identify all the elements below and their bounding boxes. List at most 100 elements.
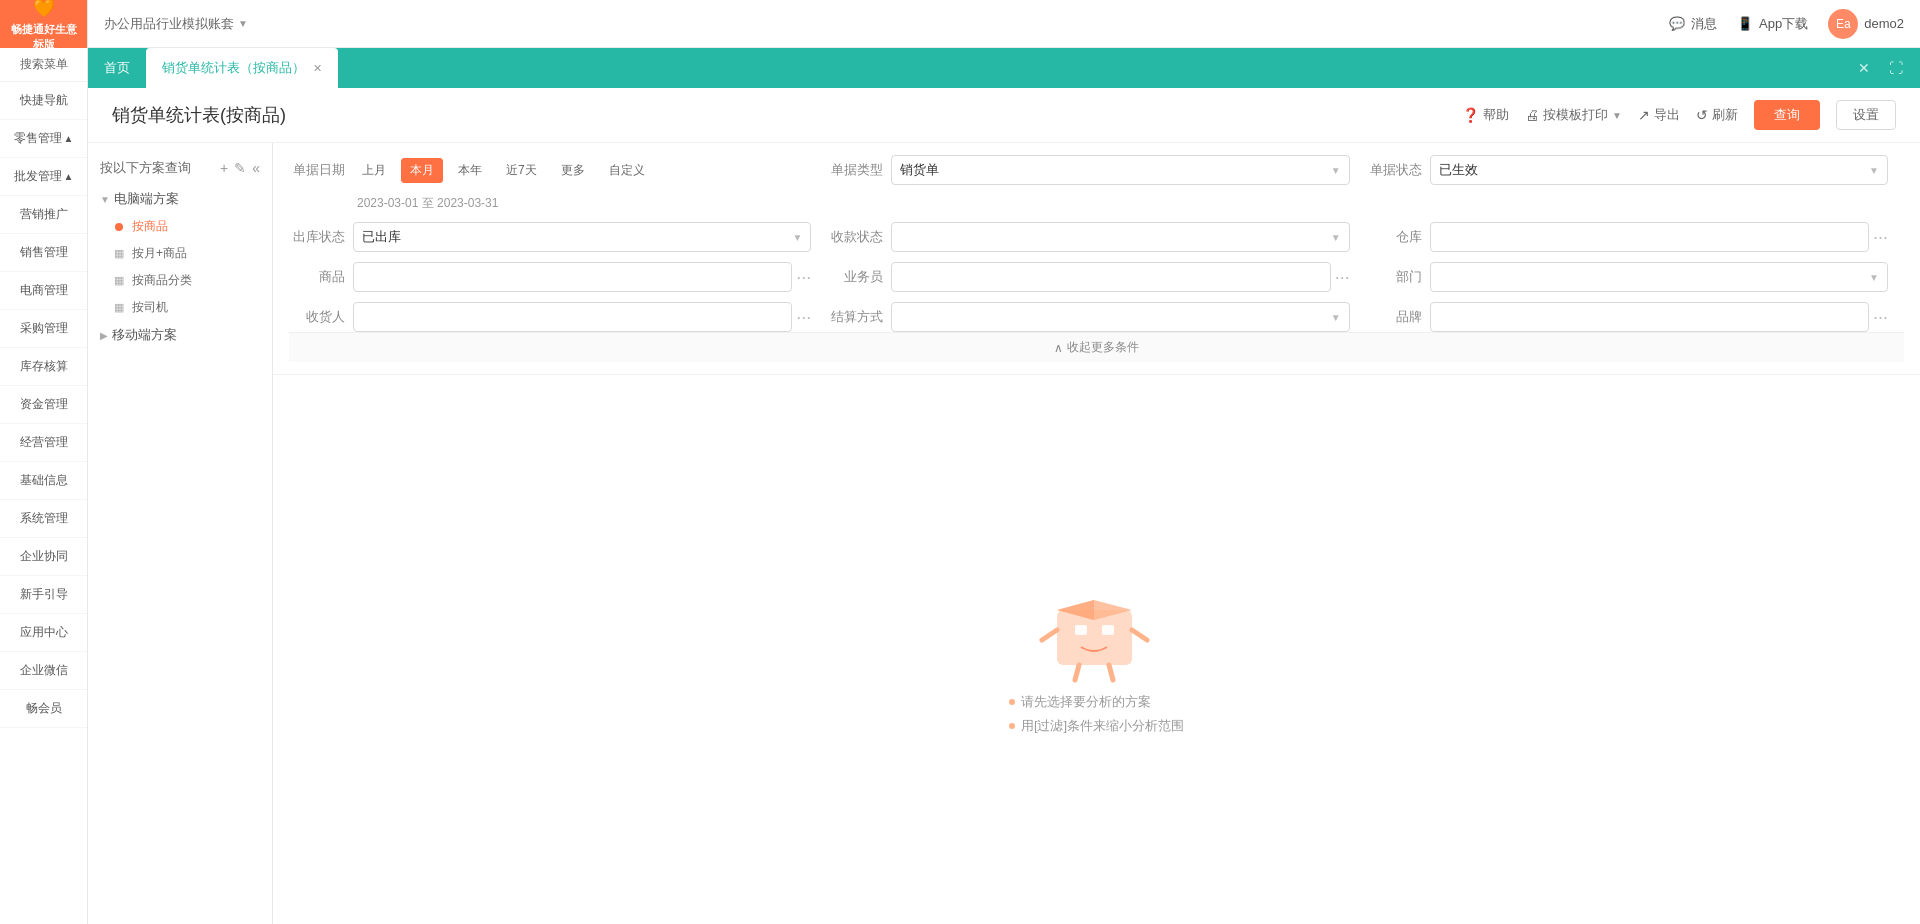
date-buttons-row: 上月 本月 本年 近7天 更多 自定义 [353, 158, 654, 183]
out-status-value: 已出库 ▼ [353, 222, 811, 252]
sidebar-item-member[interactable]: 畅会员 [0, 690, 87, 728]
svg-line-9 [1109, 665, 1113, 680]
product-dots-icon[interactable]: ··· [796, 268, 811, 286]
consignee-cell: 收货人 ··· [289, 302, 827, 332]
search-menu-item[interactable]: 搜索菜单 [0, 48, 87, 82]
date-btn-last-month[interactable]: 上月 [353, 158, 395, 183]
by-printer-label: 按司机 [132, 299, 168, 316]
by-product-label: 按商品 [132, 218, 168, 235]
sidebar-item-finance[interactable]: 资金管理 [0, 386, 87, 424]
sidebar-item-marketing[interactable]: 营销推广 [0, 196, 87, 234]
settlement-cell: 结算方式 ▼ [827, 302, 1365, 332]
warehouse-label: 仓库 [1366, 228, 1430, 246]
sidebar-item-inventory[interactable]: 库存核算 [0, 348, 87, 386]
payment-status-select[interactable]: ▼ [891, 222, 1349, 252]
tree-by-product[interactable]: 按商品 [88, 213, 272, 240]
salesperson-dots-icon[interactable]: ··· [1335, 268, 1350, 286]
date-label: 单据日期 [289, 161, 353, 179]
date-btn-more[interactable]: 更多 [552, 158, 594, 183]
print-btn[interactable]: 🖨 按模板打印 ▼ [1525, 106, 1622, 124]
settlement-label: 结算方式 [827, 308, 891, 326]
brand-input[interactable] [1430, 302, 1869, 332]
date-range-text: 2023-03-01 至 2023-03-31 [357, 196, 498, 210]
page-header: 销货单统计表(按商品) ❓ 帮助 🖨 按模板打印 ▼ ↗ 导出 ↺ 刷新 [88, 88, 1920, 143]
out-status-cell: 出库状态 已出库 ▼ [289, 222, 827, 252]
doc-status-cell: 单据状态 已生效 ▼ [1366, 155, 1904, 185]
doc-status-arrow-icon: ▼ [1869, 165, 1879, 176]
svg-line-6 [1042, 630, 1057, 640]
brand-dots-icon[interactable]: ··· [1873, 308, 1888, 326]
message-action[interactable]: 💬 消息 [1669, 15, 1717, 33]
salesperson-input[interactable] [891, 262, 1330, 292]
industry-dropdown-icon[interactable]: ▼ [238, 18, 248, 29]
consignee-dots-icon[interactable]: ··· [796, 308, 811, 326]
sidebar-item-newbie[interactable]: 新手引导 [0, 576, 87, 614]
user-name: demo2 [1864, 16, 1904, 31]
main-area: 办公用品行业模拟账套 ▼ 💬 消息 📱 App下载 Ea demo2 首页 [88, 0, 1920, 924]
collapse-panel-icon[interactable]: « [252, 160, 260, 176]
date-btn-custom[interactable]: 自定义 [600, 158, 654, 183]
svg-line-7 [1132, 630, 1147, 640]
svg-rect-4 [1075, 625, 1087, 635]
payment-status-label: 收款状态 [827, 228, 891, 246]
doc-type-selected: 销货单 [900, 161, 939, 179]
sidebar-item-retail[interactable]: 零售管理 ▲ [0, 120, 87, 158]
app-download-label: App下载 [1759, 15, 1808, 33]
sidebar-item-wechat[interactable]: 企业微信 [0, 652, 87, 690]
tree-desktop-section[interactable]: ▼ 电脑端方案 [88, 185, 272, 213]
tree-by-category[interactable]: ▦ 按商品分类 [88, 267, 272, 294]
sidebar-item-enterprise[interactable]: 企业协同 [0, 538, 87, 576]
product-input[interactable] [353, 262, 792, 292]
tree-by-printer[interactable]: ▦ 按司机 [88, 294, 272, 321]
sidebar-item-operations[interactable]: 经营管理 [0, 424, 87, 462]
logo-icon: 🧡 [33, 0, 55, 20]
tree-by-month-product[interactable]: ▦ 按月+商品 [88, 240, 272, 267]
app-download-action[interactable]: 📱 App下载 [1737, 15, 1808, 33]
refresh-btn[interactable]: ↺ 刷新 [1696, 106, 1738, 124]
edit-scheme-icon[interactable]: ✎ [234, 160, 246, 176]
tab-close-window-btn[interactable]: ✕ [1852, 56, 1876, 80]
sidebar-item-wholesale[interactable]: 批发管理 ▲ [0, 158, 87, 196]
tree-mobile-section[interactable]: ▶ 移动端方案 [88, 321, 272, 349]
add-scheme-icon[interactable]: + [220, 160, 228, 176]
tab-home[interactable]: 首页 [88, 48, 146, 88]
sidebar-item-system[interactable]: 系统管理 [0, 500, 87, 538]
industry-title: 办公用品行业模拟账套 ▼ [104, 15, 248, 33]
warehouse-dots-icon[interactable]: ··· [1873, 228, 1888, 246]
empty-svg-icon [1037, 565, 1157, 685]
page-title: 销货单统计表(按商品) [112, 103, 286, 139]
tab-report[interactable]: 销货单统计表（按商品） ✕ [146, 48, 338, 88]
sidebar-item-basics[interactable]: 基础信息 [0, 462, 87, 500]
settings-button[interactable]: 设置 [1836, 100, 1896, 130]
sidebar-item-ecommerce[interactable]: 电商管理 [0, 272, 87, 310]
sidebar-item-purchase[interactable]: 采购管理 [0, 310, 87, 348]
help-label: 帮助 [1483, 106, 1509, 124]
filter-top-row: 单据日期 上月 本月 本年 近7天 更多 自定义 [289, 155, 1904, 332]
sidebar-item-appstore[interactable]: 应用中心 [0, 614, 87, 652]
tab-maximize-btn[interactable]: ⛶ [1884, 56, 1908, 80]
collapse-filter-bar[interactable]: ∧ 收起更多条件 [289, 332, 1904, 362]
sidebar-item-sales[interactable]: 销售管理 [0, 234, 87, 272]
query-button[interactable]: 查询 [1754, 100, 1820, 130]
desktop-section-label: 电脑端方案 [114, 190, 179, 208]
print-dropdown-icon[interactable]: ▼ [1612, 110, 1622, 121]
out-status-select[interactable]: 已出库 ▼ [353, 222, 811, 252]
date-btn-current-month[interactable]: 本月 [401, 158, 443, 183]
help-btn[interactable]: ❓ 帮助 [1462, 106, 1509, 124]
department-select[interactable]: ▼ [1430, 262, 1888, 292]
tab-close-icon[interactable]: ✕ [313, 62, 322, 75]
empty-hints: 请先选择要分析的方案 用[过滤]条件来缩小分析范围 [1009, 693, 1184, 735]
date-btn-year[interactable]: 本年 [449, 158, 491, 183]
retail-arrow: ▲ [64, 133, 74, 144]
doc-status-select[interactable]: 已生效 ▼ [1430, 155, 1888, 185]
date-btn-7days[interactable]: 近7天 [497, 158, 546, 183]
right-main: 单据日期 上月 本月 本年 近7天 更多 自定义 [273, 143, 1920, 924]
settlement-select[interactable]: ▼ [891, 302, 1349, 332]
category-icon: ▦ [112, 274, 126, 288]
warehouse-input[interactable] [1430, 222, 1869, 252]
export-btn[interactable]: ↗ 导出 [1638, 106, 1680, 124]
consignee-input[interactable] [353, 302, 792, 332]
hint2-text: 用[过滤]条件来缩小分析范围 [1021, 717, 1184, 735]
doc-type-select[interactable]: 销货单 ▼ [891, 155, 1349, 185]
user-action[interactable]: Ea demo2 [1828, 9, 1904, 39]
